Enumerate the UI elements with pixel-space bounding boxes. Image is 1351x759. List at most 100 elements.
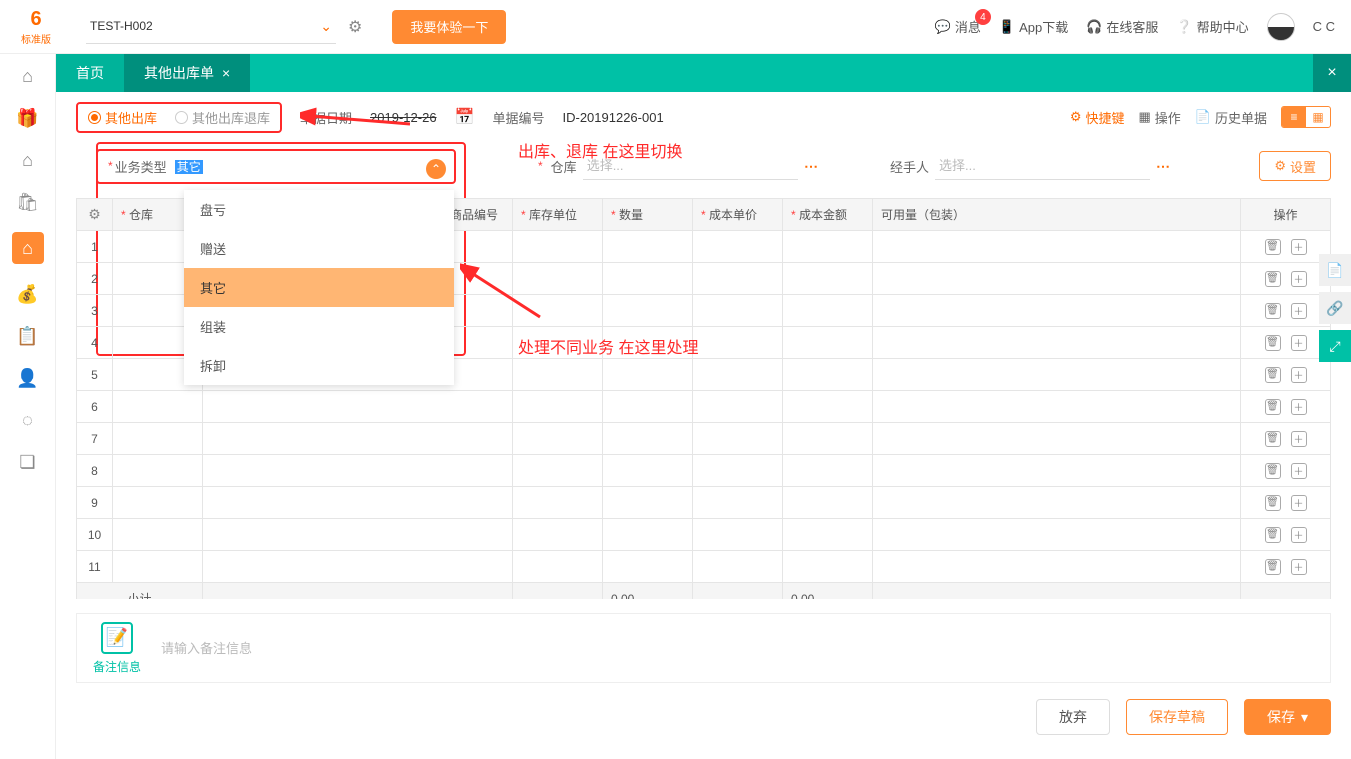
add-row-icon[interactable]: ＋: [1291, 335, 1307, 351]
expand-panel-icon[interactable]: ⤢: [1319, 330, 1351, 362]
calendar-icon[interactable]: 📅: [455, 107, 475, 127]
table-settings-icon[interactable]: ⚙: [77, 199, 113, 231]
history-link[interactable]: 📄历史单据: [1195, 108, 1267, 127]
doc-date-value[interactable]: 2019-12-26: [370, 110, 437, 125]
help-link[interactable]: ❔ 帮助中心: [1176, 17, 1248, 36]
close-all-tabs[interactable]: ×: [1313, 54, 1351, 92]
delete-icon[interactable]: 🗑: [1265, 495, 1281, 511]
save-draft-button[interactable]: 保存草稿: [1126, 699, 1228, 735]
help-icon: ❔: [1176, 19, 1192, 35]
nav-loading-icon[interactable]: ◌: [16, 408, 40, 432]
toolbar: 其他出库 其他出库退库 单据日期 2019-12-26 📅 单据编号 ID-20…: [56, 92, 1351, 142]
org-select[interactable]: TEST-H002 ⌄: [86, 10, 336, 44]
handler-input[interactable]: [935, 152, 1150, 180]
table-row[interactable]: 8 🗑 ＋: [77, 455, 1331, 487]
table-row[interactable]: 6🗑＋: [77, 391, 1331, 423]
chevron-up-icon[interactable]: ⌃: [426, 159, 446, 179]
add-row-icon[interactable]: ＋: [1291, 463, 1307, 479]
view-list-icon[interactable]: ≡: [1282, 107, 1306, 127]
row-index: 8: [77, 455, 113, 487]
note-icon: 📝: [101, 622, 133, 654]
more-icon[interactable]: ⋯: [804, 158, 818, 175]
delete-icon[interactable]: 🗑: [1265, 527, 1281, 543]
hotkey-link[interactable]: ⚙快捷键: [1070, 108, 1125, 127]
business-type-field[interactable]: * 业务类型 其它 ⌃: [96, 149, 456, 184]
tab-other-outbound[interactable]: 其他出库单 ×: [124, 54, 250, 92]
chevron-down-icon: ▾: [1301, 709, 1308, 726]
doc-no-value: ID-20191226-001: [562, 110, 663, 125]
delete-icon[interactable]: 🗑: [1265, 431, 1281, 447]
try-button[interactable]: 我要体验一下: [392, 10, 506, 44]
add-row-icon[interactable]: ＋: [1291, 367, 1307, 383]
add-row-icon[interactable]: ＋: [1291, 495, 1307, 511]
link-panel-icon[interactable]: 🔗: [1319, 292, 1351, 324]
service-link[interactable]: 🎧 在线客服: [1086, 17, 1158, 36]
remark-input[interactable]: [161, 641, 1314, 656]
delete-icon[interactable]: 🗑: [1265, 239, 1281, 255]
add-row-icon[interactable]: ＋: [1291, 559, 1307, 575]
discard-button[interactable]: 放弃: [1036, 699, 1110, 735]
business-type-dropdown: 盘亏 赠送 其它 组装 拆卸: [184, 190, 454, 385]
more-icon[interactable]: ⋯: [1156, 158, 1170, 175]
delete-icon[interactable]: 🗑: [1265, 463, 1281, 479]
col-qty: 数量: [603, 199, 693, 231]
nav-bag-icon[interactable]: 🛍: [16, 190, 40, 214]
operate-link[interactable]: ▦操作: [1138, 108, 1180, 127]
table-row[interactable]: 7🗑＋: [77, 423, 1331, 455]
delete-icon[interactable]: 🗑: [1265, 271, 1281, 287]
dropdown-item-selected[interactable]: 其它: [184, 268, 454, 307]
delete-icon[interactable]: 🗑: [1265, 367, 1281, 383]
nav-clipboard-icon[interactable]: 📋: [16, 324, 40, 348]
dropdown-item[interactable]: 赠送: [184, 229, 454, 268]
warehouse-field: * 仓库 ⋯: [538, 152, 818, 180]
radio-outbound[interactable]: 其他出库: [88, 108, 157, 127]
add-row-icon[interactable]: ＋: [1291, 431, 1307, 447]
delete-icon[interactable]: 🗑: [1265, 559, 1281, 575]
tab-bar: 首页 其他出库单 × ×: [56, 54, 1351, 92]
view-toggle: ≡ ▦: [1281, 106, 1331, 128]
nav-warehouse-icon[interactable]: ⌂: [12, 232, 44, 264]
dropdown-item[interactable]: 组装: [184, 307, 454, 346]
nav-money-icon[interactable]: 💰: [16, 282, 40, 306]
delete-icon[interactable]: 🗑: [1265, 335, 1281, 351]
table-row[interactable]: 11🗑＋: [77, 551, 1331, 583]
messages-link[interactable]: 💬 消息 4: [935, 17, 981, 36]
remark-icon-block: 📝 备注信息: [93, 622, 141, 675]
nav-home-icon[interactable]: ⌂: [16, 64, 40, 88]
nav-gift-icon[interactable]: 🎁: [16, 106, 40, 130]
table-row[interactable]: 10🗑＋: [77, 519, 1331, 551]
tab-home[interactable]: 首页: [56, 54, 124, 92]
close-icon[interactable]: ×: [222, 65, 230, 81]
row-index: 2: [77, 263, 113, 295]
left-sidebar: ⌂ 🎁 ⌂ 🛍 ⌂ 💰 📋 👤 ◌ ❏: [0, 54, 56, 759]
row-index: 1: [77, 231, 113, 263]
subtotal-label: 小计: [77, 583, 203, 600]
handler-field: 经手人 ⋯: [890, 152, 1170, 180]
delete-icon[interactable]: 🗑: [1265, 303, 1281, 319]
dropdown-item[interactable]: 盘亏: [184, 190, 454, 229]
delete-icon[interactable]: 🗑: [1265, 399, 1281, 415]
nav-contact-icon[interactable]: 👤: [16, 366, 40, 390]
add-row-icon[interactable]: ＋: [1291, 527, 1307, 543]
avatar[interactable]: [1267, 13, 1295, 41]
gear-icon[interactable]: ⚙: [348, 17, 362, 37]
table-row[interactable]: 9🗑＋: [77, 487, 1331, 519]
add-row-icon[interactable]: ＋: [1291, 399, 1307, 415]
app-download-link[interactable]: 📱 App下载: [999, 17, 1068, 36]
save-button[interactable]: 保存 ▾: [1244, 699, 1331, 735]
headset-icon: 🎧: [1086, 19, 1102, 35]
add-row-icon[interactable]: ＋: [1291, 271, 1307, 287]
add-row-icon[interactable]: ＋: [1291, 303, 1307, 319]
view-grid-icon[interactable]: ▦: [1306, 107, 1330, 127]
settings-button[interactable]: ⚙设置: [1259, 151, 1331, 181]
nav-new-icon[interactable]: ❏: [16, 450, 40, 474]
warehouse-input[interactable]: [583, 152, 798, 180]
note-panel-icon[interactable]: 📄: [1319, 254, 1351, 286]
header-right: 💬 消息 4 📱 App下载 🎧 在线客服 ❔ 帮助中心 C C: [935, 13, 1335, 41]
subtotal-qty: 0.00: [603, 583, 693, 600]
dropdown-item[interactable]: 拆卸: [184, 346, 454, 385]
add-row-icon[interactable]: ＋: [1291, 239, 1307, 255]
radio-return[interactable]: 其他出库退库: [175, 108, 270, 127]
col-unit-cost: 成本单价: [693, 199, 783, 231]
nav-house-icon[interactable]: ⌂: [16, 148, 40, 172]
